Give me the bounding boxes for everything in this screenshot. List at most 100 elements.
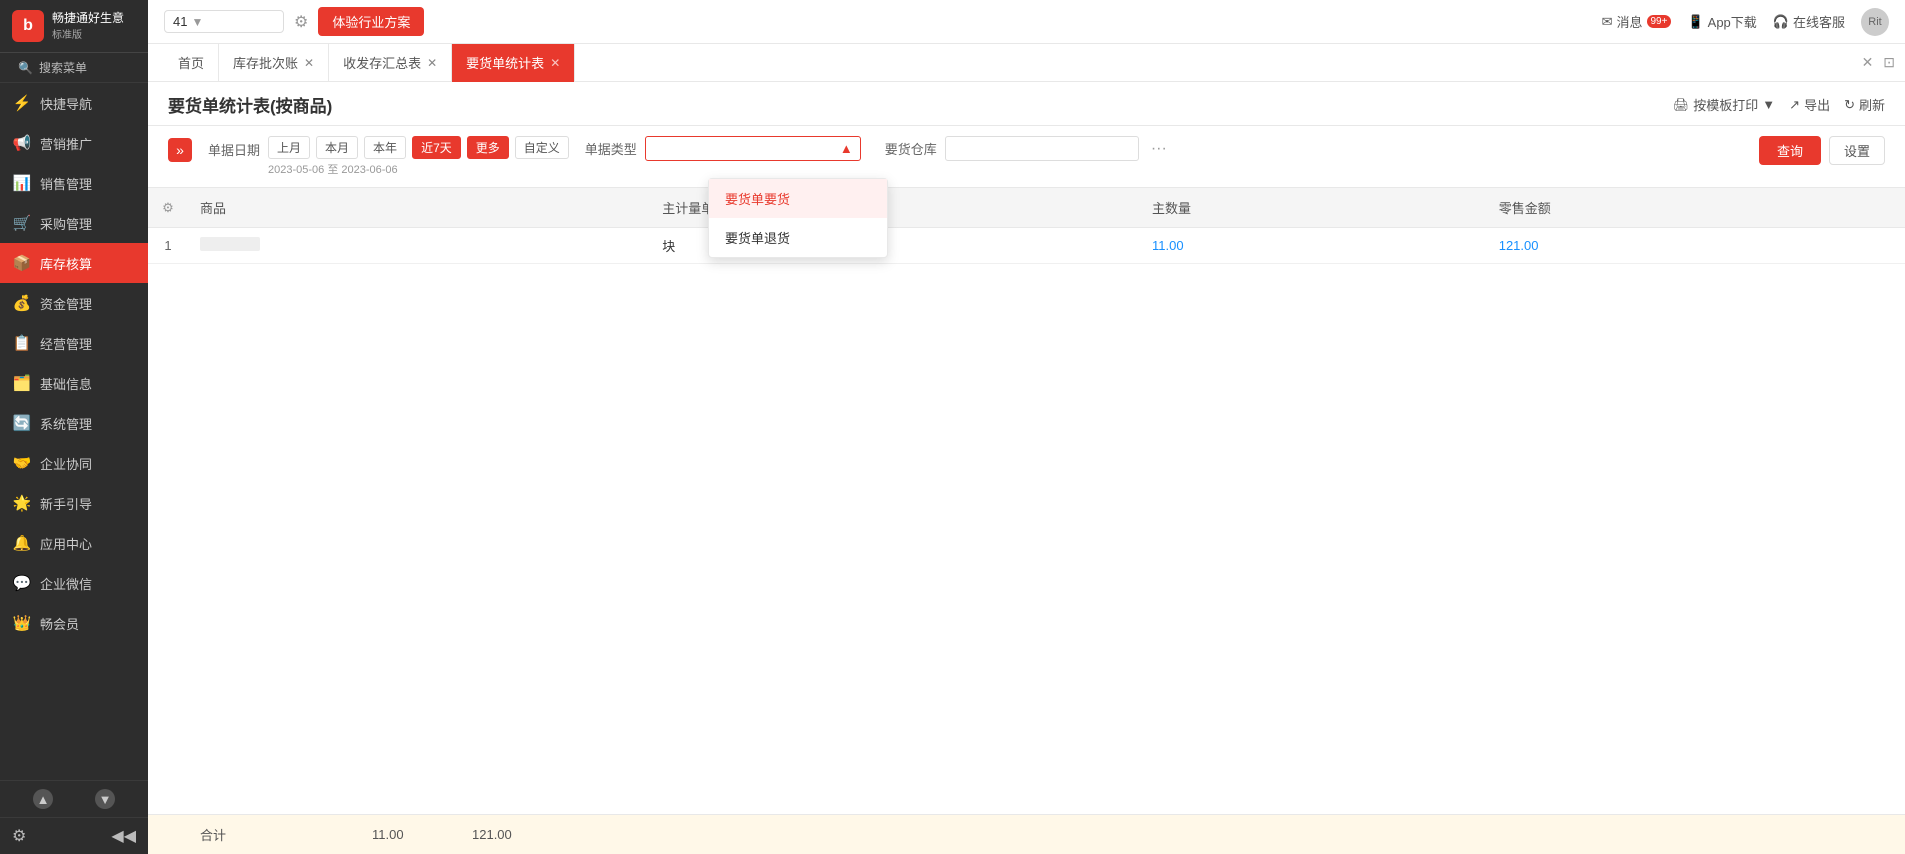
dropdown-item-return[interactable]: 要货单退货 <box>709 218 887 257</box>
col-quantity: 主数量 <box>1140 188 1487 228</box>
online-service-item[interactable]: 🎧 在线客服 <box>1773 12 1845 31</box>
sidebar-item-guide[interactable]: 🌟 新手引导 <box>0 483 148 523</box>
quick-nav-icon: ⚡ <box>12 93 32 113</box>
app-download-item[interactable]: 📱 App下载 <box>1687 12 1756 31</box>
sidebar-item-label: 经营管理 <box>40 334 92 353</box>
messages-item[interactable]: ✉ 消息 99+ <box>1602 12 1672 31</box>
type-filter-input[interactable] <box>645 136 861 161</box>
table-area: ⚙ 商品 主计量单位 主数量 零售金额 <box>148 188 1905 814</box>
sidebar-search[interactable]: 🔍 搜索菜单 <box>0 53 148 83</box>
date-range-display: 2023-05-06 至 2023-06-06 <box>268 161 569 177</box>
type-input-wrapper: ▲ <box>645 136 861 161</box>
date-btn-more[interactable]: 更多 <box>467 136 509 159</box>
collapse-icon[interactable]: ◀◀ <box>111 826 136 846</box>
refresh-action[interactable]: ↻ 刷新 <box>1844 95 1885 114</box>
topbar-search[interactable]: 41 ▼ <box>164 10 284 33</box>
sidebar-item-label: 销售管理 <box>40 174 92 193</box>
setting-btn[interactable]: 设置 <box>1829 136 1885 165</box>
sidebar-item-sales[interactable]: 📊 销售管理 <box>0 163 148 203</box>
tabs-expand[interactable]: ✕ ⊡ <box>1852 54 1905 71</box>
print-icon: 🖨 <box>1673 97 1690 113</box>
date-btn-this-year[interactable]: 本年 <box>364 136 406 159</box>
user-avatar[interactable]: Rit <box>1861 8 1889 36</box>
tab-inventory-batch-close[interactable]: ✕ <box>304 56 314 70</box>
column-gear-icon[interactable]: ⚙ <box>162 200 174 215</box>
filter-bar: » 单据日期 上月 本月 本年 近7天 更多 自定义 2023-05-06 至 … <box>148 126 1905 188</box>
avatar-text: Rit <box>1868 16 1881 28</box>
sidebar-item-system[interactable]: 🔄 系统管理 <box>0 403 148 443</box>
print-action[interactable]: 🖨 按模板打印 ▼ <box>1673 95 1775 114</box>
sidebar-item-marketing[interactable]: 📢 营销推广 <box>0 123 148 163</box>
sidebar-item-finance[interactable]: 💰 资金管理 <box>0 283 148 323</box>
logo-icon: b <box>12 10 44 42</box>
date-btn-this-month[interactable]: 本月 <box>316 136 358 159</box>
export-action[interactable]: ↗ 导出 <box>1789 95 1830 114</box>
tab-order-summary-close[interactable]: ✕ <box>550 56 560 70</box>
headset-icon: 🎧 <box>1773 14 1789 30</box>
table-row: 1 块 11.00 121.00 <box>148 228 1905 264</box>
tab-order-summary[interactable]: 要货单统计表 ✕ <box>452 44 575 82</box>
app-logo: b 畅捷通好生意 标准版 <box>0 0 148 53</box>
row-product <box>188 228 650 264</box>
col-product: 商品 <box>188 188 650 228</box>
scroll-up-btn[interactable]: ▲ <box>33 789 53 809</box>
table-body: 1 块 11.00 121.00 <box>148 228 1905 264</box>
sidebar-item-label: 库存核算 <box>40 254 92 273</box>
col-product-label: 商品 <box>200 201 226 216</box>
col-gear[interactable]: ⚙ <box>148 188 188 228</box>
sidebar-item-purchase[interactable]: 🛒 采购管理 <box>0 203 148 243</box>
messages-badge: 99+ <box>1647 15 1672 28</box>
warehouse-filter-label: 要货仓库 <box>885 139 937 158</box>
finance-icon: 💰 <box>12 293 32 313</box>
search-icon: 🔍 <box>18 61 33 75</box>
expand-icon: » <box>176 142 184 158</box>
row-quantity[interactable]: 11.00 <box>1140 228 1487 264</box>
date-btn-custom[interactable]: 自定义 <box>515 136 569 159</box>
sidebar-item-quick-nav[interactable]: ⚡ 快捷导航 <box>0 83 148 123</box>
sidebar-item-label: 营销推广 <box>40 134 92 153</box>
sidebar-scroll-controls: ▲ ▼ <box>0 780 148 817</box>
more-dots-icon[interactable]: ··· <box>1151 140 1167 158</box>
sidebar-item-operation[interactable]: 📋 经营管理 <box>0 323 148 363</box>
sidebar-item-basic[interactable]: 🗂️ 基础信息 <box>0 363 148 403</box>
refresh-label: 刷新 <box>1859 95 1885 114</box>
wechat-icon: 💬 <box>12 573 32 593</box>
date-btn-recent7[interactable]: 近7天 <box>412 136 461 159</box>
date-btn-last-month[interactable]: 上月 <box>268 136 310 159</box>
tab-collect-summary-label: 收发存汇总表 <box>343 53 421 72</box>
filter-expand-btn[interactable]: » <box>168 138 192 162</box>
refresh-icon: ↻ <box>1844 97 1855 113</box>
query-btn[interactable]: 查询 <box>1759 136 1821 165</box>
page-header-actions: 🖨 按模板打印 ▼ ↗ 导出 ↻ 刷新 <box>1673 95 1885 114</box>
sidebar-item-wechat[interactable]: 💬 企业微信 <box>0 563 148 603</box>
tab-home[interactable]: 首页 <box>164 44 219 82</box>
sidebar-item-member[interactable]: 👑 畅会员 <box>0 603 148 643</box>
chevron-up-icon[interactable]: ▲ <box>840 141 853 156</box>
row-amount[interactable]: 121.00 <box>1487 228 1905 264</box>
date-filter-label: 单据日期 <box>208 140 260 159</box>
topbar-gear-icon[interactable]: ⚙ <box>294 12 308 32</box>
topbar: 41 ▼ ⚙ 体验行业方案 ✉ 消息 99+ 📱 App下载 🎧 在线客服 Ri… <box>148 0 1905 44</box>
type-dropdown: 要货单要货 要货单退货 <box>708 178 888 258</box>
chevron-down-icon: ▼ <box>191 15 203 29</box>
dropdown-item-delivery[interactable]: 要货单要货 <box>709 179 887 218</box>
settings-icon[interactable]: ⚙ <box>12 826 26 846</box>
sidebar-item-label: 基础信息 <box>40 374 92 393</box>
sidebar-item-inventory[interactable]: 📦 库存核算 <box>0 243 148 283</box>
filter-actions: 查询 设置 <box>1759 136 1885 165</box>
row-no: 1 <box>148 228 188 264</box>
sales-icon: 📊 <box>12 173 32 193</box>
tab-collect-summary[interactable]: 收发存汇总表 ✕ <box>329 44 452 82</box>
sidebar-nav: ⚡ 快捷导航 📢 营销推广 📊 销售管理 🛒 采购管理 📦 库存核算 💰 资金管… <box>0 83 148 780</box>
sidebar-item-app-center[interactable]: 🔔 应用中心 <box>0 523 148 563</box>
col-quantity-label: 主数量 <box>1152 201 1191 216</box>
warehouse-filter-input[interactable] <box>945 136 1139 161</box>
tab-inventory-batch[interactable]: 库存批次账 ✕ <box>219 44 329 82</box>
online-service-label: 在线客服 <box>1793 12 1845 31</box>
sidebar-item-enterprise[interactable]: 🤝 企业协同 <box>0 443 148 483</box>
scroll-down-btn[interactable]: ▼ <box>95 789 115 809</box>
search-label: 搜索菜单 <box>39 59 87 76</box>
industry-btn[interactable]: 体验行业方案 <box>318 7 424 36</box>
tab-collect-summary-close[interactable]: ✕ <box>427 56 437 70</box>
tab-inventory-batch-label: 库存批次账 <box>233 53 298 72</box>
